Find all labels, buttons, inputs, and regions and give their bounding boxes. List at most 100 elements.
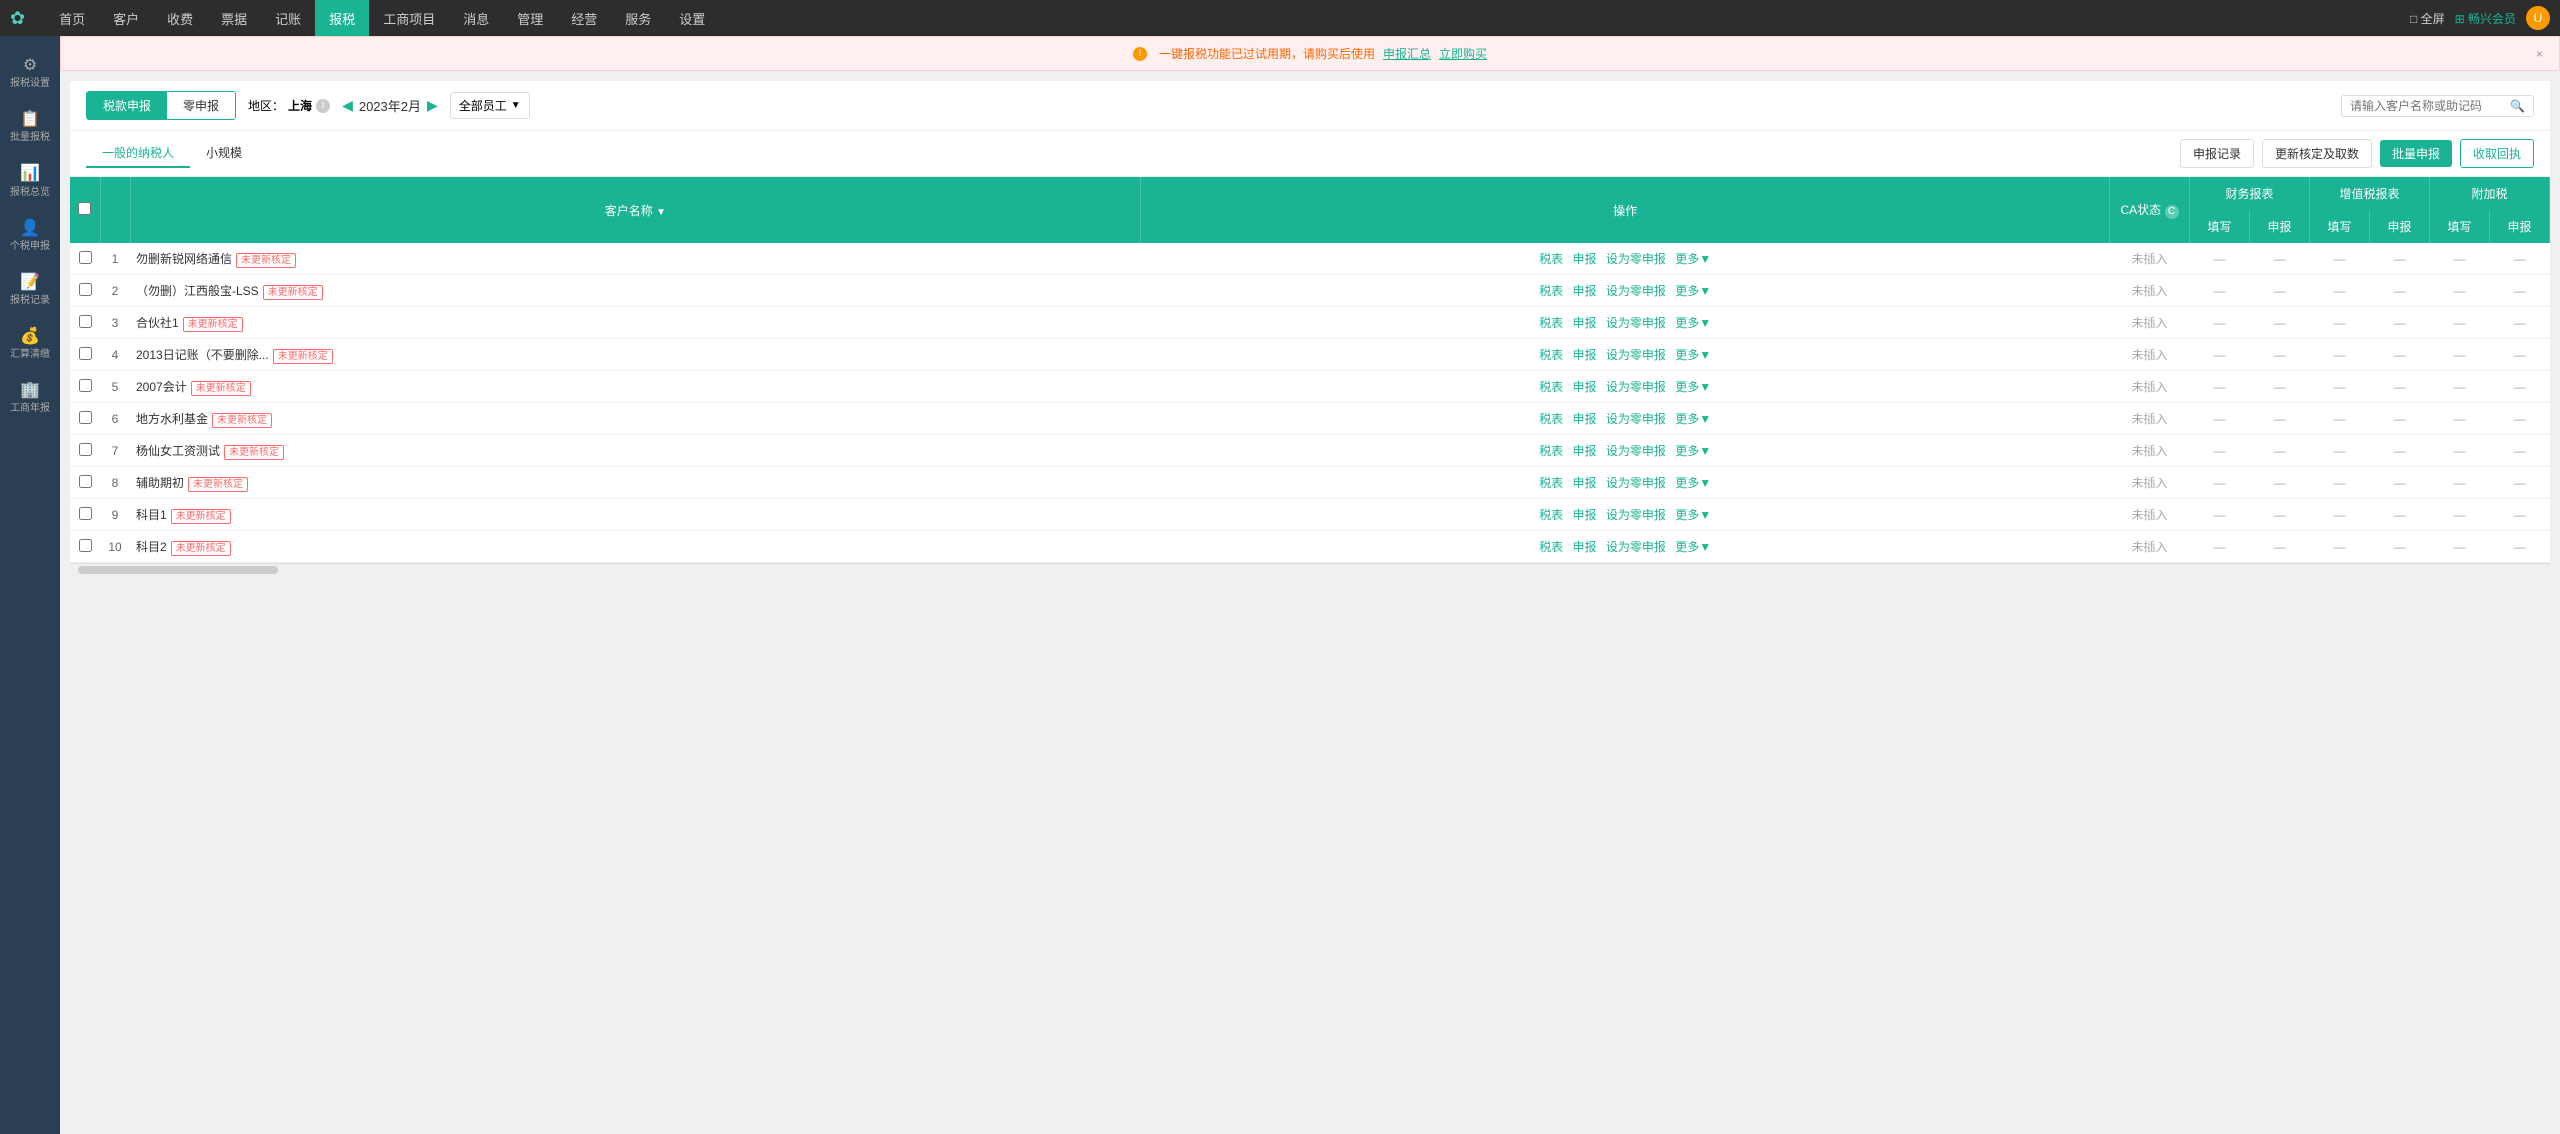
op-report[interactable]: 申报 xyxy=(1573,444,1597,458)
op-report[interactable]: 申报 xyxy=(1573,284,1597,298)
nav-item-设置[interactable]: 设置 xyxy=(665,0,719,36)
row-checkbox-10[interactable] xyxy=(79,539,92,552)
prev-month-button[interactable]: ◀ xyxy=(342,97,353,114)
nav-item-票据[interactable]: 票据 xyxy=(207,0,261,36)
retrieve-button[interactable]: 收取回执 xyxy=(2460,139,2534,168)
op-tax-form[interactable]: 税表 xyxy=(1539,284,1563,298)
status-badge: 未更新核定 xyxy=(191,381,251,396)
banner-info-icon: ! xyxy=(1133,47,1147,61)
op-more[interactable]: 更多▼ xyxy=(1675,412,1711,426)
search-icon[interactable]: 🔍 xyxy=(2510,99,2525,113)
op-zero-report[interactable]: 设为零申报 xyxy=(1606,316,1666,330)
op-more[interactable]: 更多▼ xyxy=(1675,444,1711,458)
op-tax-form[interactable]: 税表 xyxy=(1539,412,1563,426)
op-zero-report[interactable]: 设为零申报 xyxy=(1606,508,1666,522)
row-index: 6 xyxy=(100,403,130,435)
op-report[interactable]: 申报 xyxy=(1573,508,1597,522)
fullscreen-button[interactable]: □ 全屏 xyxy=(2410,10,2445,27)
nav-item-客户[interactable]: 客户 xyxy=(99,0,153,36)
sidebar-item-批量报税[interactable]: 📋批量报税 xyxy=(0,100,60,154)
op-tax-form[interactable]: 税表 xyxy=(1539,316,1563,330)
row-operations: 税表 申报 设为零申报 更多▼ xyxy=(1141,275,2110,307)
nav-item-经营[interactable]: 经营 xyxy=(557,0,611,36)
op-more[interactable]: 更多▼ xyxy=(1675,316,1711,330)
row-checkbox-2[interactable] xyxy=(79,283,92,296)
banner-close-button[interactable]: × xyxy=(2536,47,2543,61)
op-tax-form[interactable]: 税表 xyxy=(1539,540,1563,554)
horizontal-scrollbar[interactable] xyxy=(70,563,2550,575)
op-tax-form[interactable]: 税表 xyxy=(1539,252,1563,266)
op-zero-report[interactable]: 设为零申报 xyxy=(1606,540,1666,554)
nav-item-工商项目[interactable]: 工商项目 xyxy=(369,0,449,36)
nav-item-服务[interactable]: 服务 xyxy=(611,0,665,36)
op-tax-form[interactable]: 税表 xyxy=(1539,348,1563,362)
op-more[interactable]: 更多▼ xyxy=(1675,348,1711,362)
select-all-checkbox[interactable] xyxy=(78,202,91,215)
tab-small-scale[interactable]: 小规模 xyxy=(190,139,258,168)
sidebar-item-报税总览[interactable]: 📊报税总览 xyxy=(0,154,60,208)
op-zero-report[interactable]: 设为零申报 xyxy=(1606,284,1666,298)
op-zero-report[interactable]: 设为零申报 xyxy=(1606,252,1666,266)
nav-item-首页[interactable]: 首页 xyxy=(45,0,99,36)
row-checkbox-6[interactable] xyxy=(79,411,92,424)
row-checkbox-4[interactable] xyxy=(79,347,92,360)
nav-item-管理[interactable]: 管理 xyxy=(503,0,557,36)
row-additional-report: — xyxy=(2490,499,2550,531)
row-checkbox-5[interactable] xyxy=(79,379,92,392)
tab-tax-report[interactable]: 税款申报 xyxy=(87,92,167,119)
nav-item-记账[interactable]: 记账 xyxy=(261,0,315,36)
op-more[interactable]: 更多▼ xyxy=(1675,540,1711,554)
sidebar-item-汇算清缴[interactable]: 💰汇算清缴 xyxy=(0,317,60,371)
tab-general-taxpayer[interactable]: 一般的纳税人 xyxy=(86,139,190,168)
op-more[interactable]: 更多▼ xyxy=(1675,252,1711,266)
batch-report-button[interactable]: 批量申报 xyxy=(2380,140,2452,167)
banner-link-buy[interactable]: 立即购买 xyxy=(1439,45,1487,62)
user-avatar[interactable]: U xyxy=(2526,6,2550,30)
row-checkbox-9[interactable] xyxy=(79,507,92,520)
region-info-icon[interactable]: i xyxy=(316,99,330,113)
op-more[interactable]: 更多▼ xyxy=(1675,476,1711,490)
search-input[interactable] xyxy=(2350,99,2510,113)
row-checkbox-8[interactable] xyxy=(79,475,92,488)
sidebar-item-个税申报[interactable]: 👤个税申报 xyxy=(0,209,60,263)
op-report[interactable]: 申报 xyxy=(1573,380,1597,394)
banner-link-summary[interactable]: 申报汇总 xyxy=(1383,45,1431,62)
op-report[interactable]: 申报 xyxy=(1573,540,1597,554)
sidebar-item-工商年报[interactable]: 🏢工商年报 xyxy=(0,371,60,425)
op-zero-report[interactable]: 设为零申报 xyxy=(1606,476,1666,490)
op-zero-report[interactable]: 设为零申报 xyxy=(1606,380,1666,394)
employee-filter[interactable]: 全部员工 ▼ xyxy=(450,92,530,119)
record-button[interactable]: 申报记录 xyxy=(2180,139,2254,168)
upgrade-button[interactable]: ⊞ 畅兴会员 xyxy=(2455,10,2516,27)
row-index: 2 xyxy=(100,275,130,307)
tab-zero-report[interactable]: 零申报 xyxy=(167,92,235,119)
op-report[interactable]: 申报 xyxy=(1573,252,1597,266)
op-tax-form[interactable]: 税表 xyxy=(1539,508,1563,522)
op-report[interactable]: 申报 xyxy=(1573,476,1597,490)
nav-item-消息[interactable]: 消息 xyxy=(449,0,503,36)
op-zero-report[interactable]: 设为零申报 xyxy=(1606,444,1666,458)
op-tax-form[interactable]: 税表 xyxy=(1539,444,1563,458)
row-checkbox-7[interactable] xyxy=(79,443,92,456)
op-zero-report[interactable]: 设为零申报 xyxy=(1606,412,1666,426)
table-row: 3 合伙社1未更新核定 税表 申报 设为零申报 更多▼ 未插入 — — — — … xyxy=(70,307,2550,339)
op-more[interactable]: 更多▼ xyxy=(1675,508,1711,522)
op-report[interactable]: 申报 xyxy=(1573,316,1597,330)
op-tax-form[interactable]: 税表 xyxy=(1539,476,1563,490)
update-confirm-button[interactable]: 更新核定及取数 xyxy=(2262,139,2372,168)
nav-item-报税[interactable]: 报税 xyxy=(315,0,369,36)
row-name: 杨仙女工资测试未更新核定 xyxy=(130,435,1141,467)
op-zero-report[interactable]: 设为零申报 xyxy=(1606,348,1666,362)
sidebar-item-报税设置[interactable]: ⚙报税设置 xyxy=(0,46,60,100)
row-checkbox-3[interactable] xyxy=(79,315,92,328)
op-tax-form[interactable]: 税表 xyxy=(1539,380,1563,394)
sidebar-item-报税记录[interactable]: 📝报税记录 xyxy=(0,263,60,317)
op-more[interactable]: 更多▼ xyxy=(1675,284,1711,298)
row-checkbox-1[interactable] xyxy=(79,251,92,264)
op-report[interactable]: 申报 xyxy=(1573,412,1597,426)
next-month-button[interactable]: ▶ xyxy=(427,97,438,114)
op-more[interactable]: 更多▼ xyxy=(1675,380,1711,394)
op-report[interactable]: 申报 xyxy=(1573,348,1597,362)
scroll-thumb[interactable] xyxy=(78,566,278,574)
nav-item-收费[interactable]: 收费 xyxy=(153,0,207,36)
